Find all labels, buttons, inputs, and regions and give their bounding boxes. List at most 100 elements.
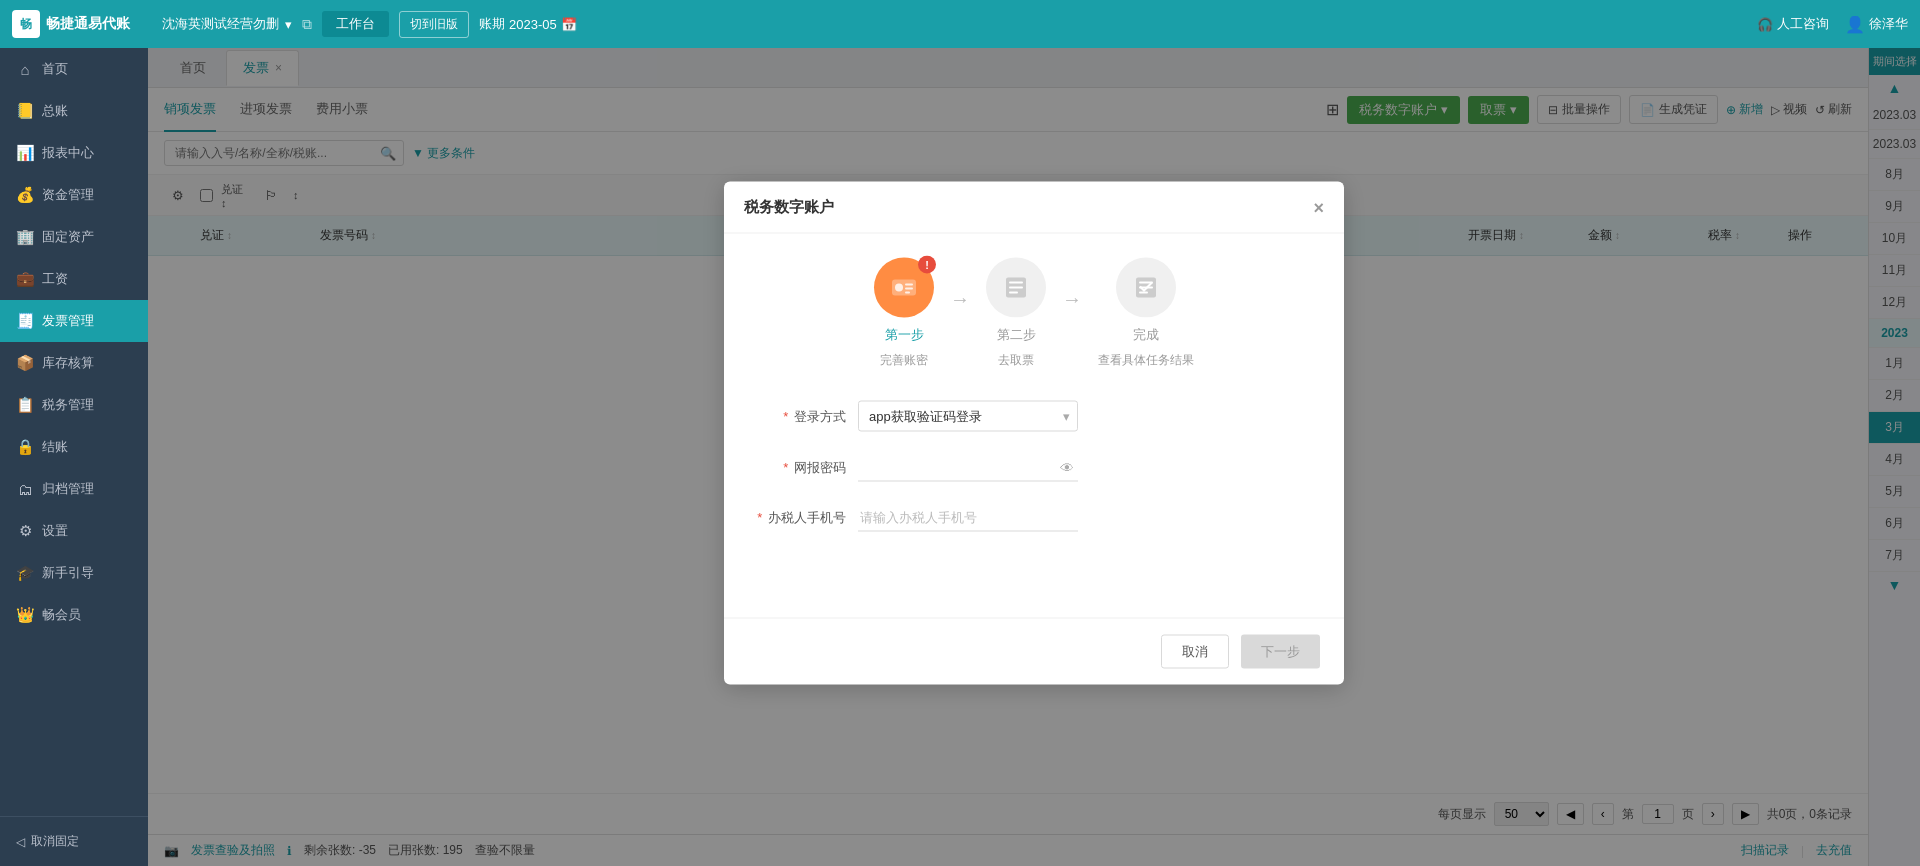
step-3-icon — [1116, 258, 1176, 318]
sidebar-label-payroll: 工资 — [42, 270, 68, 288]
ledger-icon: 📒 — [16, 102, 34, 120]
sidebar-item-reports[interactable]: 📊 报表中心 — [0, 132, 148, 174]
login-method-select-wrap: app获取验证码登录 密码登录 ▾ — [858, 401, 1078, 432]
sidebar-label-home: 首页 — [42, 60, 68, 78]
switch-version-button[interactable]: 切到旧版 — [399, 11, 469, 38]
sidebar-label-fixed-assets: 固定资产 — [42, 228, 94, 246]
inventory-icon: 📦 — [16, 354, 34, 372]
step-2-label: 第二步 — [997, 326, 1036, 344]
settings-icon: ⚙ — [16, 522, 34, 540]
password-required-mark: * — [783, 460, 788, 475]
workbench-button[interactable]: 工作台 — [322, 11, 389, 37]
svg-rect-2 — [905, 284, 913, 286]
svg-rect-7 — [1009, 287, 1023, 289]
password-input[interactable] — [858, 454, 1078, 482]
top-header: 畅 畅捷通易代账 沈海英测试经营勿删 ▾ ⧉ 工作台 切到旧版 账期 2023-… — [0, 0, 1920, 48]
phone-label: * 办税人手机号 — [756, 509, 846, 527]
login-method-label: * 登录方式 — [756, 407, 846, 425]
modal-footer: 取消 下一步 — [724, 618, 1344, 685]
sidebar-label-tax: 税务管理 — [42, 396, 94, 414]
funds-icon: 💰 — [16, 186, 34, 204]
password-label: * 网报密码 — [756, 459, 846, 477]
sidebar-item-guide[interactable]: 🎓 新手引导 — [0, 552, 148, 594]
tax-icon: 📋 — [16, 396, 34, 414]
sidebar-item-closing[interactable]: 🔒 结账 — [0, 426, 148, 468]
sidebar-item-tax[interactable]: 📋 税务管理 — [0, 384, 148, 426]
sidebar-item-fixed-assets[interactable]: 🏢 固定资产 — [0, 216, 148, 258]
sidebar-item-inventory[interactable]: 📦 库存核算 — [0, 342, 148, 384]
calendar-icon[interactable]: 📅 — [561, 17, 577, 32]
sidebar-label-closing: 结账 — [42, 438, 68, 456]
sidebar-label-funds: 资金管理 — [42, 186, 94, 204]
step-arrow-1: → — [950, 288, 970, 339]
sidebar-item-funds[interactable]: 💰 资金管理 — [0, 174, 148, 216]
svg-rect-12 — [1139, 292, 1148, 294]
fixed-assets-icon: 🏢 — [16, 228, 34, 246]
sidebar-label-invoice: 发票管理 — [42, 312, 94, 330]
login-method-select[interactable]: app获取验证码登录 密码登录 — [858, 401, 1078, 432]
sidebar-item-home[interactable]: ⌂ 首页 — [0, 48, 148, 90]
app-title: 畅捷通易代账 — [46, 15, 130, 33]
step-arrow-2: → — [1062, 288, 1082, 339]
username-label: 徐泽华 — [1869, 15, 1908, 33]
sidebar-item-settings[interactable]: ⚙ 设置 — [0, 510, 148, 552]
phone-field: * 办税人手机号 — [756, 504, 1312, 532]
header-right: 🎧 人工咨询 👤 徐泽华 — [1757, 15, 1908, 34]
invoice-icon: 🧾 — [16, 312, 34, 330]
user-avatar-icon: 👤 — [1845, 15, 1865, 34]
sidebar-label-guide: 新手引导 — [42, 564, 94, 582]
sidebar-label-inventory: 库存核算 — [42, 354, 94, 372]
form-spacer — [756, 554, 1312, 594]
step-1-error-badge: ! — [918, 256, 936, 274]
steps-indicator: ! 第一步 完善账密 → 第二步 去取票 → — [756, 258, 1312, 369]
company-dropdown-icon: ▾ — [285, 17, 292, 32]
step-2-desc: 去取票 — [998, 352, 1034, 369]
step-1-desc: 完善账密 — [880, 352, 928, 369]
step-1-label: 第一步 — [885, 326, 924, 344]
svg-rect-3 — [905, 288, 913, 290]
reports-icon: 📊 — [16, 144, 34, 162]
cancel-fixed-btn[interactable]: ◁ 取消固定 — [0, 825, 148, 858]
cancel-button[interactable]: 取消 — [1161, 635, 1229, 669]
modal-close-button[interactable]: × — [1313, 198, 1324, 216]
eye-toggle-icon[interactable]: 👁 — [1060, 460, 1074, 476]
sidebar-label-vip: 畅会员 — [42, 606, 81, 624]
step-2: 第二步 去取票 — [986, 258, 1046, 369]
period-value: 2023-05 — [509, 17, 557, 32]
sidebar-item-archive[interactable]: 🗂 归档管理 — [0, 468, 148, 510]
password-field: * 网报密码 👁 — [756, 454, 1312, 482]
sidebar-label-ledger: 总账 — [42, 102, 68, 120]
sidebar-item-ledger[interactable]: 📒 总账 — [0, 90, 148, 132]
modal-header: 税务数字账户 × — [724, 182, 1344, 234]
sidebar-item-payroll[interactable]: 💼 工资 — [0, 258, 148, 300]
svg-rect-6 — [1009, 282, 1023, 284]
modal-title: 税务数字账户 — [744, 198, 834, 217]
payroll-icon: 💼 — [16, 270, 34, 288]
sidebar: ⌂ 首页 📒 总账 📊 报表中心 💰 资金管理 🏢 固定资产 💼 工资 🧾 发票… — [0, 48, 148, 866]
pin-icon: ◁ — [16, 835, 25, 849]
sidebar-label-reports: 报表中心 — [42, 144, 94, 162]
company-selector[interactable]: 沈海英测试经营勿删 ▾ — [162, 15, 292, 33]
password-input-wrap: 👁 — [858, 454, 1078, 482]
sidebar-bottom: ◁ 取消固定 — [0, 816, 148, 866]
modal-body: ! 第一步 完善账密 → 第二步 去取票 → — [724, 234, 1344, 618]
support-link[interactable]: 🎧 人工咨询 — [1757, 15, 1829, 33]
phone-input[interactable] — [858, 504, 1078, 532]
period-info: 账期 2023-05 📅 — [479, 15, 577, 33]
next-button[interactable]: 下一步 — [1241, 635, 1320, 669]
home-icon: ⌂ — [16, 61, 34, 78]
user-area[interactable]: 👤 徐泽华 — [1845, 15, 1908, 34]
login-method-required-mark: * — [783, 408, 788, 423]
sidebar-item-vip[interactable]: 👑 畅会员 — [0, 594, 148, 636]
company-name: 沈海英测试经营勿删 — [162, 15, 279, 33]
logo-icon: 畅 — [12, 10, 40, 38]
phone-input-wrap — [858, 504, 1078, 532]
step-3-label: 完成 — [1133, 326, 1159, 344]
sidebar-label-settings: 设置 — [42, 522, 68, 540]
svg-point-1 — [895, 284, 903, 292]
step-1-icon: ! — [874, 258, 934, 318]
phone-required-mark: * — [757, 510, 762, 525]
step-3-desc: 查看具体任务结果 — [1098, 352, 1194, 369]
svg-rect-8 — [1009, 292, 1018, 294]
sidebar-item-invoice[interactable]: 🧾 发票管理 — [0, 300, 148, 342]
